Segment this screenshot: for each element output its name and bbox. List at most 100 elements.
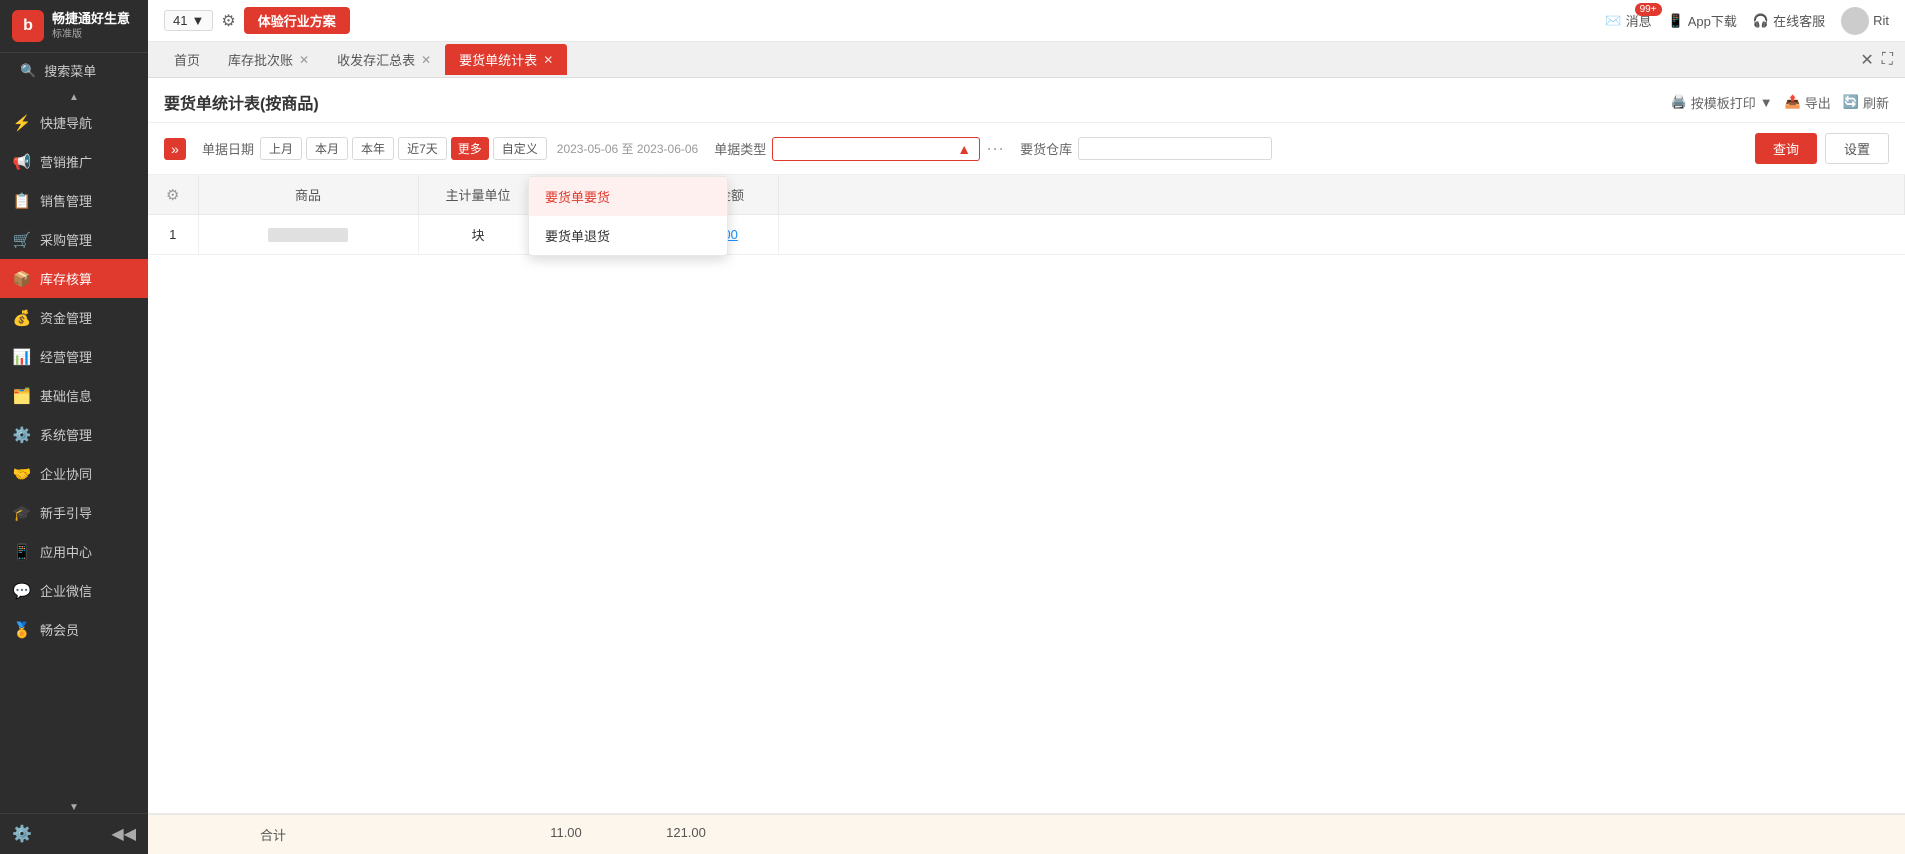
sidebar-item-label: 销售管理 xyxy=(40,191,92,210)
date-filter-group: 单据日期 上月 本月 本年 近7天 更多 自定义 2023-05-06 至 20… xyxy=(202,137,698,160)
sidebar-item-guide[interactable]: 🎓 新手引导 xyxy=(0,493,148,532)
table-wrap: ⚙ 商品 主计量单位 主数量 零售金额 1 xyxy=(148,175,1905,813)
date-btns: 上月 本月 本年 近7天 更多 自定义 xyxy=(260,137,547,160)
total-label: 合计 xyxy=(160,825,386,844)
data-table: ⚙ 商品 主计量单位 主数量 零售金额 1 xyxy=(148,175,1905,255)
tab-inventory-batch[interactable]: 库存批次账 ✕ xyxy=(214,44,323,75)
filter-bar: » 单据日期 上月 本月 本年 近7天 更多 自定义 2023-05-06 至 … xyxy=(148,123,1905,175)
sidebar-item-app-center[interactable]: 📱 应用中心 xyxy=(0,532,148,571)
warehouse-filter-label: 要货仓库 xyxy=(1020,139,1072,158)
tab-order-stats-label: 要货单统计表 xyxy=(459,50,537,69)
warehouse-filter-input[interactable] xyxy=(1087,141,1263,156)
dropdown-item-order-return[interactable]: 要货单退货 xyxy=(529,216,727,255)
tab-receivable-summary[interactable]: 收发存汇总表 ✕ xyxy=(323,44,445,75)
export-btn[interactable]: 📤 导出 xyxy=(1785,93,1831,112)
topbar-right: ✉️ 消息 99+ 📱 App下载 🎧 在线客服 Rit xyxy=(1605,7,1889,35)
trial-btn[interactable]: 体验行业方案 xyxy=(244,7,350,34)
filter-expand-btn[interactable]: » xyxy=(164,138,186,160)
sidebar-item-quick-nav[interactable]: ⚡ 快捷导航 xyxy=(0,103,148,142)
settings-btn[interactable]: 设置 xyxy=(1825,133,1889,164)
sidebar-item-purchase[interactable]: 🛒 采购管理 xyxy=(0,220,148,259)
refresh-btn[interactable]: 🔄 刷新 xyxy=(1843,93,1889,112)
sidebar-item-member[interactable]: 🏅 畅会员 xyxy=(0,610,148,649)
sidebar-item-marketing[interactable]: 📢 营销推广 xyxy=(0,142,148,181)
topbar-settings-icon[interactable]: ⚙ xyxy=(221,11,235,31)
tab-home-label: 首页 xyxy=(174,50,200,69)
print-btn[interactable]: 🖨️ 按模板打印 ▼ xyxy=(1671,93,1773,112)
marketing-icon: 📢 xyxy=(12,153,32,171)
logo-sub: 标准版 xyxy=(52,28,130,41)
col-settings: ⚙ xyxy=(148,175,198,215)
logo-main: 畅捷通好生意 xyxy=(52,11,130,28)
type-filter-label: 单据类型 xyxy=(714,139,766,158)
date-btn-7days[interactable]: 近7天 xyxy=(398,137,447,160)
date-btn-last-month[interactable]: 上月 xyxy=(260,137,302,160)
online-service-btn[interactable]: 🎧 在线客服 xyxy=(1753,11,1825,30)
logo-icon: b xyxy=(12,10,44,42)
sidebar-item-inventory[interactable]: 📦 库存核算 xyxy=(0,259,148,298)
chevron-down-icon: ▼ xyxy=(191,13,204,28)
tab-receivable-summary-close[interactable]: ✕ xyxy=(421,54,431,66)
query-btn[interactable]: 查询 xyxy=(1755,133,1817,164)
messages-btn[interactable]: ✉️ 消息 99+ xyxy=(1605,11,1651,30)
row-no: 1 xyxy=(148,215,198,255)
inventory-icon: 📦 xyxy=(12,270,32,288)
sidebar-scroll-up[interactable]: ▲ xyxy=(0,88,148,103)
tab-order-stats[interactable]: 要货单统计表 ✕ xyxy=(445,44,567,75)
sidebar-settings-btn[interactable]: ⚙️ xyxy=(12,824,32,844)
sidebar-item-operations[interactable]: 📊 经营管理 xyxy=(0,337,148,376)
sales-icon: 📋 xyxy=(12,192,32,210)
sidebar-search[interactable]: 🔍 搜索菜单 xyxy=(0,53,148,88)
online-service-label: 在线客服 xyxy=(1773,11,1825,30)
page-header-actions: 🖨️ 按模板打印 ▼ 📤 导出 🔄 刷新 xyxy=(1671,93,1889,112)
sidebar-item-label: 系统管理 xyxy=(40,425,92,444)
sidebar-item-system[interactable]: ⚙️ 系统管理 xyxy=(0,415,148,454)
print-icon: 🖨️ xyxy=(1671,94,1687,110)
col-empty xyxy=(778,175,1905,215)
date-range-display: 2023-05-06 至 2023-06-06 xyxy=(557,140,698,157)
date-btn-more[interactable]: 更多 xyxy=(451,137,489,160)
table-header-row: ⚙ 商品 主计量单位 主数量 零售金额 xyxy=(148,175,1905,215)
topbar-selector[interactable]: 41 ▼ xyxy=(164,10,213,31)
col-product: 商品 xyxy=(198,175,418,215)
guide-icon: 🎓 xyxy=(12,504,32,522)
sidebar-item-label: 经营管理 xyxy=(40,347,92,366)
sidebar-item-base-info[interactable]: 🗂️ 基础信息 xyxy=(0,376,148,415)
warehouse-filter-wrap[interactable] xyxy=(1078,137,1272,160)
type-filter-input-wrap[interactable]: ▲ xyxy=(772,137,980,161)
app-icon: 📱 xyxy=(1668,13,1684,29)
sidebar-item-sales[interactable]: 📋 销售管理 xyxy=(0,181,148,220)
tab-close-all-btn[interactable]: ✕ xyxy=(1860,50,1873,70)
sidebar-scroll-down[interactable]: ▼ xyxy=(0,798,148,813)
tab-expand-btn[interactable]: ⛶ xyxy=(1882,51,1893,69)
tabs: 首页 库存批次账 ✕ 收发存汇总表 ✕ 要货单统计表 ✕ ✕ ⛶ xyxy=(148,42,1905,78)
sidebar-item-label: 新手引导 xyxy=(40,503,92,522)
date-btn-custom[interactable]: 自定义 xyxy=(493,137,547,160)
type-filter-chevron-up[interactable]: ▲ xyxy=(957,141,971,157)
enterprise-icon: 🤝 xyxy=(12,465,32,483)
tab-inventory-batch-close[interactable]: ✕ xyxy=(299,54,309,66)
sidebar-collapse-btn[interactable]: ◀◀ xyxy=(111,824,136,844)
app-download-btn[interactable]: 📱 App下载 xyxy=(1668,11,1737,30)
date-btn-this-year[interactable]: 本年 xyxy=(352,137,394,160)
username: Rit xyxy=(1873,13,1889,28)
sidebar-logo: b 畅捷通好生意 标准版 xyxy=(0,0,148,53)
sidebar-item-enterprise[interactable]: 🤝 企业协同 xyxy=(0,454,148,493)
operations-icon: 📊 xyxy=(12,348,32,366)
footer-retail-amount: 121.00 xyxy=(626,825,746,844)
date-btn-this-month[interactable]: 本月 xyxy=(306,137,348,160)
total-label-text: 合计 xyxy=(260,828,286,843)
topbar: 41 ▼ ⚙ 体验行业方案 ✉️ 消息 99+ 📱 App下载 🎧 在线客服 xyxy=(148,0,1905,42)
tab-home[interactable]: 首页 xyxy=(160,44,214,75)
user-avatar-area[interactable]: Rit xyxy=(1841,7,1889,35)
message-icon: ✉️ xyxy=(1605,13,1621,29)
type-filter-more-icon[interactable]: ··· xyxy=(986,138,1004,159)
sidebar-item-wechat[interactable]: 💬 企业微信 xyxy=(0,571,148,610)
table-row: 1 块 11.00 121.00 xyxy=(148,215,1905,255)
sidebar-item-finance[interactable]: 💰 资金管理 xyxy=(0,298,148,337)
dropdown-item-order-goods[interactable]: 要货单要货 xyxy=(529,177,727,216)
topbar-left: 41 ▼ ⚙ 体验行业方案 xyxy=(164,7,350,34)
table-settings-icon[interactable]: ⚙ xyxy=(166,187,179,204)
type-filter-input[interactable] xyxy=(781,141,957,156)
tab-order-stats-close[interactable]: ✕ xyxy=(543,54,553,66)
